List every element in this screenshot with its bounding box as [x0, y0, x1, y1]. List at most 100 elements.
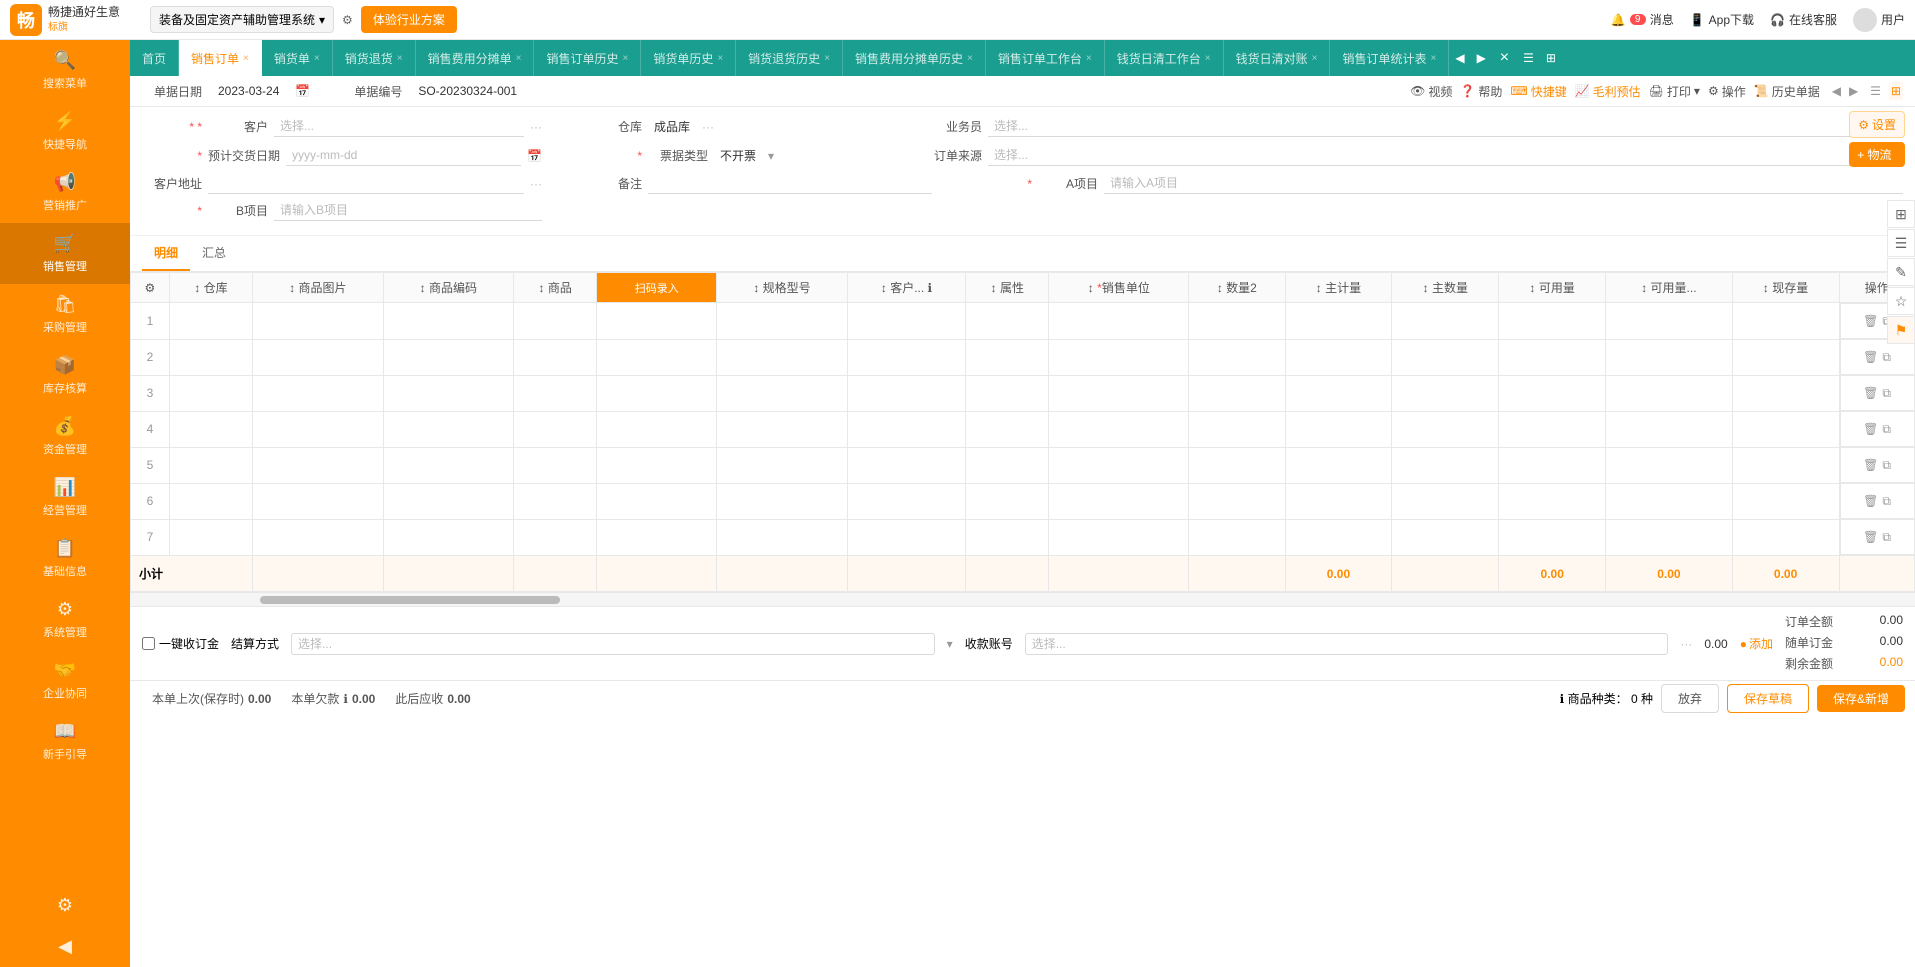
col-product-img[interactable]: ↕ 商品图片 [253, 273, 383, 303]
sidebar-item-search[interactable]: 🔍 搜索菜单 [0, 40, 130, 101]
notification-button[interactable]: 🔔 9 消息 [1611, 11, 1674, 28]
shortcut-button[interactable]: ⌨ 快捷键 [1510, 83, 1566, 100]
delivery-date-input[interactable] [286, 145, 521, 166]
tab-close-expense-history[interactable]: × [967, 53, 973, 64]
help-button[interactable]: ❓ 帮助 [1460, 83, 1502, 100]
tab-close-cash-reconcile[interactable]: × [1312, 53, 1318, 64]
one-click-checkbox-input[interactable] [142, 637, 155, 650]
col-warehouse[interactable]: ↕ 仓库 [169, 273, 252, 303]
remark-input[interactable] [648, 173, 932, 194]
tab-sales-return[interactable]: 销货退货 × [333, 40, 416, 76]
right-panel-btn-2[interactable]: ☰ [1887, 229, 1915, 257]
tab-menu-button[interactable]: ☰ [1517, 40, 1540, 76]
invoice-chevron[interactable]: ▾ [768, 149, 774, 163]
row-delete-icon[interactable]: 🗑 [1863, 314, 1878, 328]
sidebar-item-sales[interactable]: 🛒 销售管理 [0, 223, 130, 284]
tab-sales-order-history[interactable]: 销售订单历史 × [534, 40, 641, 76]
tab-close-sales-order-history[interactable]: × [622, 53, 628, 64]
tab-close-sales-expense[interactable]: × [516, 53, 522, 64]
tab-return-history[interactable]: 销货退货历史 × [736, 40, 843, 76]
warehouse-ellipsis[interactable]: ··· [702, 120, 714, 134]
scan-btn[interactable]: 扫码录入 [597, 276, 716, 300]
horizontal-scrollbar[interactable] [130, 592, 1915, 606]
sidebar-item-operation[interactable]: 📊 经营管理 [0, 467, 130, 528]
row-copy-icon[interactable]: ⧉ [1882, 458, 1891, 473]
tab-home[interactable]: 首页 [130, 40, 179, 76]
right-panel-btn-1[interactable]: ⊞ [1887, 200, 1915, 228]
tab-expense-history[interactable]: 销售费用分摊单历史 × [843, 40, 986, 76]
col-spec[interactable]: ↕ 规格型号 [717, 273, 847, 303]
gear-icon[interactable]: ⚙ [342, 13, 353, 27]
user-menu-button[interactable]: 用户 [1853, 8, 1905, 32]
tab-cash-reconcile[interactable]: 钱货日清对账 × [1224, 40, 1331, 76]
nav-arrow-right[interactable]: ▶ [1849, 84, 1858, 98]
sidebar-item-inventory[interactable]: 📦 库存核算 [0, 345, 130, 406]
settings-button[interactable]: ⚙ 设置 [1849, 111, 1905, 138]
sidebar-item-system[interactable]: ⚙ 系统管理 [0, 589, 130, 650]
print-button[interactable]: 🖨 打印 ▾ [1649, 83, 1700, 100]
sidebar-collapse-button[interactable]: ◀ [0, 926, 130, 967]
settlement-input[interactable] [291, 633, 935, 655]
tab-close-sales-stats[interactable]: × [1430, 53, 1436, 64]
receipt-ellipsis[interactable]: ··· [1680, 637, 1692, 651]
tab-sales-expense[interactable]: 销售费用分摊单 × [416, 40, 535, 76]
sidebar-item-baseinfo[interactable]: 📋 基础信息 [0, 528, 130, 589]
tab-order-workbench[interactable]: 销售订单工作台 × [986, 40, 1105, 76]
add-button[interactable]: ● 添加 [1740, 635, 1773, 652]
sidebar-item-guide[interactable]: 📖 新手引导 [0, 711, 130, 772]
col-qty2[interactable]: ↕ 数量2 [1189, 273, 1285, 303]
col-main-qty[interactable]: ↕ 主数量 [1392, 273, 1499, 303]
col-attribute[interactable]: ↕ 属性 [966, 273, 1049, 303]
nav-arrow-left[interactable]: ◀ [1832, 84, 1841, 98]
grid-view-icon[interactable]: ⊞ [1889, 82, 1903, 100]
address-input[interactable] [208, 173, 524, 194]
tab-cash-workbench[interactable]: 钱货日清工作台 × [1105, 40, 1224, 76]
col-current-stock[interactable]: ↕ 现存量 [1732, 273, 1839, 303]
right-panel-btn-4[interactable]: ☆ [1887, 287, 1915, 315]
list-view-icon[interactable]: ☰ [1870, 84, 1881, 98]
row-copy-icon[interactable]: ⧉ [1882, 494, 1891, 509]
b-project-input[interactable] [274, 200, 542, 221]
col-main-unit[interactable]: ↕ 主计量 [1285, 273, 1392, 303]
tab-close-invoice-history[interactable]: × [717, 53, 723, 64]
sidebar-item-purchase[interactable]: 🛍 采购管理 [0, 284, 130, 345]
system-selector[interactable]: 装备及固定资产辅助管理系统 ▾ [150, 6, 334, 33]
tab-close-return-history[interactable]: × [824, 53, 830, 64]
col-sale-unit[interactable]: ↕ *销售单位 [1049, 273, 1189, 303]
tab-sales-order[interactable]: 销售订单 × [179, 40, 262, 76]
operation-button[interactable]: ⚙ 操作 [1708, 83, 1746, 100]
sidebar-settings-button[interactable]: ⚙ [0, 885, 130, 926]
tab-close-sales-order[interactable]: × [243, 53, 249, 64]
save-new-button[interactable]: 保存&新增 [1817, 685, 1905, 712]
col-product-code[interactable]: ↕ 商品编码 [383, 273, 513, 303]
right-panel-btn-3[interactable]: ✎ [1887, 258, 1915, 286]
calendar-icon[interactable]: 📅 [295, 84, 310, 98]
customer-input[interactable] [274, 116, 524, 137]
row-delete-icon[interactable]: 🗑 [1863, 350, 1878, 364]
col-scan[interactable]: 扫码录入 [597, 273, 717, 303]
col-gear[interactable]: ⚙ [131, 273, 170, 303]
industry-button[interactable]: 体验行业方案 [361, 6, 457, 33]
row-delete-icon[interactable]: 🗑 [1863, 458, 1878, 472]
settlement-chevron[interactable]: ▾ [947, 637, 953, 651]
tab-close-cash-workbench[interactable]: × [1205, 53, 1211, 64]
row-copy-icon[interactable]: ⧉ [1882, 386, 1891, 401]
app-download-button[interactable]: 📱 App下载 [1690, 11, 1754, 28]
address-ellipsis[interactable]: ··· [530, 177, 542, 191]
sidebar-item-marketing[interactable]: 📢 营销推广 [0, 162, 130, 223]
tab-maximize-button[interactable]: ⊞ [1540, 40, 1562, 76]
tab-detail[interactable]: 明细 [142, 236, 190, 271]
one-click-deposit-checkbox[interactable]: 一键收订金 [142, 635, 219, 652]
tab-nav-right[interactable]: ▶ [1471, 40, 1492, 76]
save-draft-button[interactable]: 保存草稿 [1727, 684, 1809, 713]
row-copy-icon[interactable]: ⧉ [1882, 530, 1891, 545]
tab-summary[interactable]: 汇总 [190, 236, 238, 271]
customer-ellipsis[interactable]: ··· [530, 120, 542, 134]
receipt-input[interactable] [1025, 633, 1669, 655]
tab-sales-invoice[interactable]: 销货单 × [262, 40, 333, 76]
tab-invoice-history[interactable]: 销货单历史 × [641, 40, 736, 76]
preview-button[interactable]: 👁 视频 [1410, 83, 1452, 100]
row-copy-icon[interactable]: ⧉ [1882, 422, 1891, 437]
tab-sales-stats[interactable]: 销售订单统计表 × [1330, 40, 1449, 76]
col-product[interactable]: ↕ 商品 [514, 273, 597, 303]
